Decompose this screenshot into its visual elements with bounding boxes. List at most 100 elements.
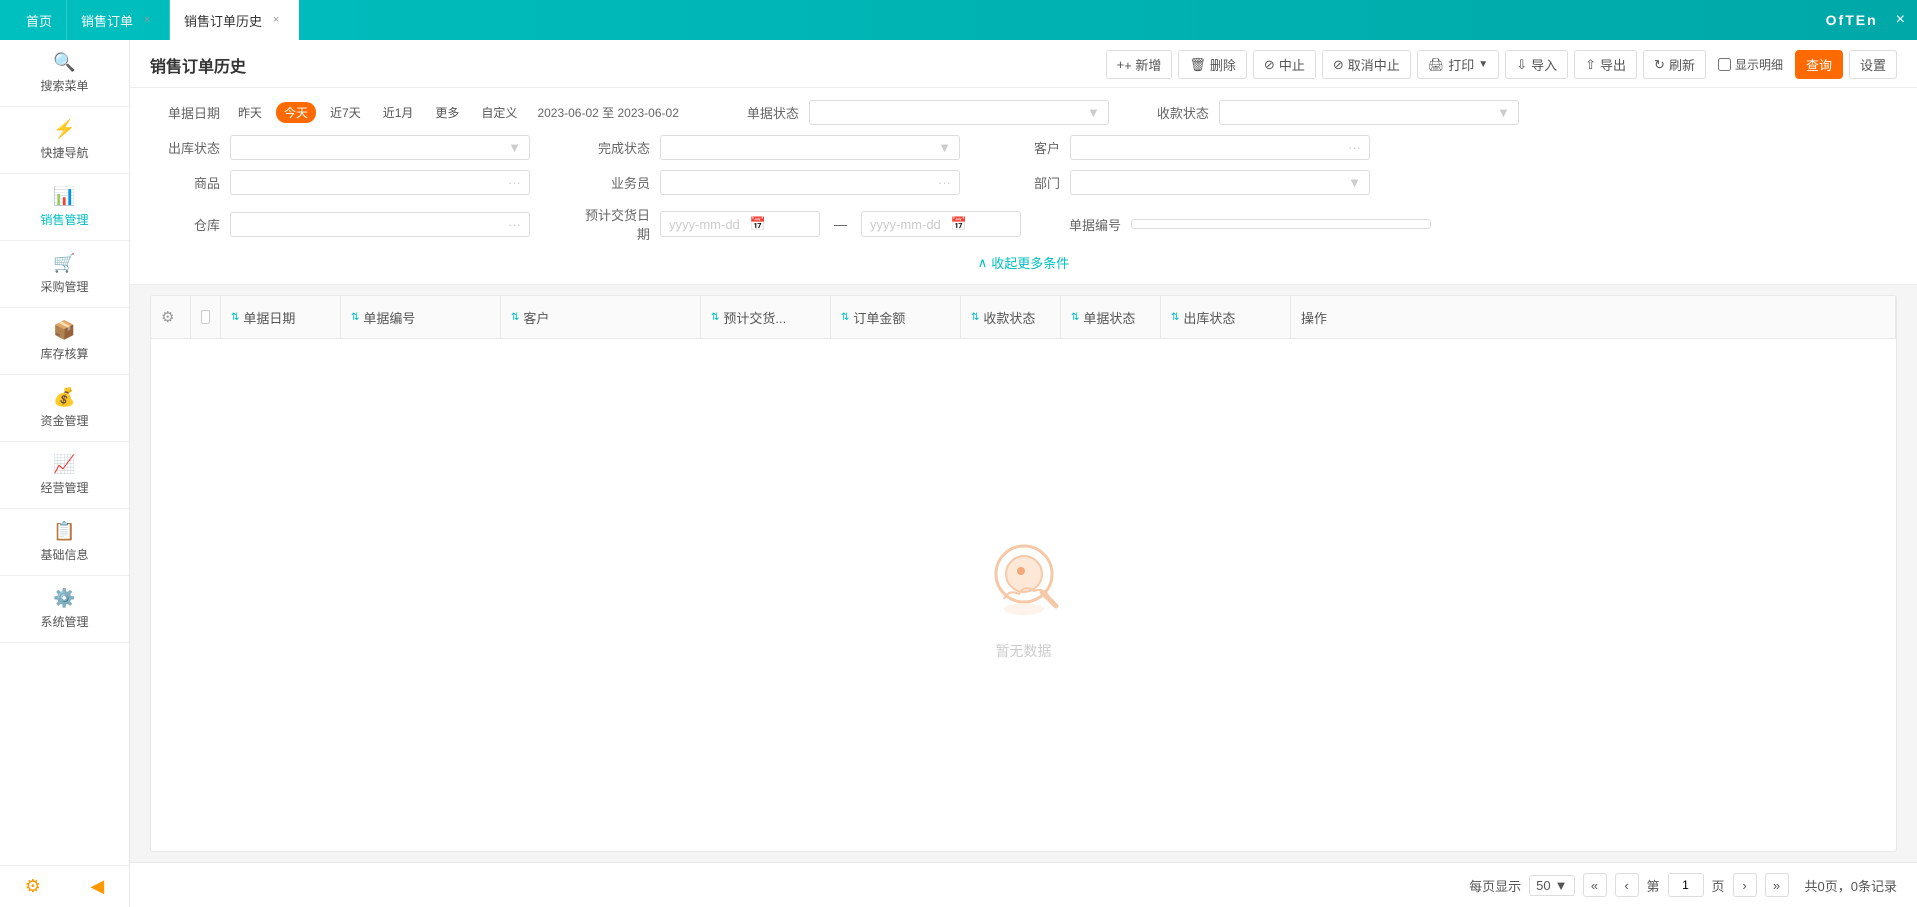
cancel-stop-button[interactable]: ⊘ 取消中止	[1322, 50, 1411, 79]
per-page-select[interactable]: 50 ▼	[1529, 875, 1574, 896]
sidebar-item-sales-mgmt[interactable]: 📊 销售管理	[0, 174, 129, 241]
sidebar-item-label-sales-mgmt: 销售管理	[40, 211, 88, 228]
sales-mgmt-icon: 📊	[53, 186, 75, 207]
goods-input[interactable]: ···	[230, 170, 530, 195]
select-all-checkbox[interactable]	[201, 310, 210, 324]
dept-select[interactable]: ▼	[1070, 170, 1370, 195]
th-operation: 操作	[1291, 296, 1896, 338]
tab-sales-order-history[interactable]: 销售订单历史 ×	[170, 0, 299, 40]
last-page-btn[interactable]: »	[1765, 873, 1789, 897]
collapse-row[interactable]: ∧ 收起更多条件	[150, 253, 1897, 272]
collapse-up-icon: ∧	[978, 255, 988, 271]
th-amount[interactable]: ⇅ 订单金额	[831, 296, 961, 338]
sys-mgmt-icon: ⚙️	[53, 588, 75, 609]
tab-sales-order-close[interactable]: ×	[139, 12, 155, 28]
th-out-status[interactable]: ⇅ 出库状态	[1161, 296, 1291, 338]
total-info: 共0页，0条记录	[1805, 876, 1897, 895]
empty-icon	[974, 529, 1074, 629]
page-prefix: 第	[1647, 876, 1660, 895]
gear-icon[interactable]: ⚙	[161, 308, 174, 326]
date-range: 2023-06-02 至 2023-06-02	[537, 104, 678, 121]
dept-label: 部门	[990, 173, 1060, 192]
th-doc-no[interactable]: ⇅ 单据编号	[341, 296, 501, 338]
capital-mgmt-icon: 💰	[53, 387, 75, 408]
th-date[interactable]: ⇅ 单据日期	[221, 296, 341, 338]
salesperson-input[interactable]: ···	[660, 170, 960, 195]
status-select[interactable]: ▼	[809, 100, 1109, 125]
out-status-select[interactable]: ▼	[230, 135, 530, 160]
complete-status-select[interactable]: ▼	[660, 135, 960, 160]
doc-no-label: 单据编号	[1051, 215, 1121, 234]
per-page-label: 每页显示	[1469, 876, 1521, 895]
date-7days[interactable]: 近7天	[322, 102, 369, 123]
date-custom[interactable]: 自定义	[473, 102, 525, 123]
customer-label: 客户	[990, 138, 1060, 157]
sidebar-item-purchase-mgmt[interactable]: 🛒 采购管理	[0, 241, 129, 308]
prev-page-btn[interactable]: ‹	[1615, 873, 1639, 897]
sidebar-item-capital-mgmt[interactable]: 💰 资金管理	[0, 375, 129, 442]
th-customer[interactable]: ⇅ 客户	[501, 296, 701, 338]
th-doc-status[interactable]: ⇅ 单据状态	[1061, 296, 1161, 338]
sidebar-item-quick-nav[interactable]: ⚡ 快捷导航	[0, 107, 129, 174]
sidebar-item-inventory[interactable]: 📦 库存核算	[0, 308, 129, 375]
sidebar-item-basic-info[interactable]: 📋 基础信息	[0, 509, 129, 576]
first-page-btn[interactable]: «	[1583, 873, 1607, 897]
doc-no-input[interactable]	[1131, 219, 1431, 229]
settings-button[interactable]: 设置	[1849, 50, 1897, 79]
sidebar-item-operation-mgmt[interactable]: 📈 经营管理	[0, 442, 129, 509]
page-number-input[interactable]	[1668, 873, 1704, 897]
print-arrow-icon: ▼	[1478, 59, 1488, 70]
calendar-start-icon[interactable]: 📅	[750, 216, 766, 232]
add-icon: +	[1117, 57, 1125, 72]
query-button[interactable]: 查询	[1795, 50, 1843, 79]
date-1month[interactable]: 近1月	[375, 102, 422, 123]
delete-button[interactable]: 🗑 删除	[1178, 50, 1247, 79]
per-page-value: 50	[1536, 878, 1550, 893]
th-checkbox	[191, 296, 221, 338]
main-layout: 🔍 搜索菜单 ⚡ 快捷导航 📊 销售管理 🛒 采购管理 📦 库存核算 💰 资金管…	[0, 40, 1917, 907]
sidebar-collapse-icon[interactable]: ◀	[90, 876, 104, 897]
inventory-icon: 📦	[53, 320, 75, 341]
date-more[interactable]: 更多	[427, 102, 467, 123]
window-close-btn[interactable]: ×	[1896, 11, 1905, 29]
th-settings[interactable]: ⚙	[151, 296, 191, 338]
stop-icon: ⊘	[1264, 57, 1275, 73]
pagination: 每页显示 50 ▼ « ‹ 第 页 › » 共0页，0条记录	[130, 862, 1917, 907]
import-button[interactable]: ⇩ 导入	[1505, 50, 1568, 79]
print-icon: 🖨	[1428, 57, 1445, 73]
new-button[interactable]: + + 新增	[1106, 50, 1173, 79]
page-suffix: 页	[1712, 876, 1725, 895]
sidebar-item-label-operation-mgmt: 经营管理	[40, 479, 88, 496]
tab-sales-order[interactable]: 销售订单 ×	[67, 0, 170, 40]
expected-date-end[interactable]: yyyy-mm-dd 📅	[861, 211, 1021, 237]
expected-date-start[interactable]: yyyy-mm-dd 📅	[660, 211, 820, 237]
receipt-status-select[interactable]: ▼	[1219, 100, 1519, 125]
export-icon: ⇧	[1585, 57, 1596, 73]
customer-input[interactable]: ···	[1070, 135, 1370, 160]
stop-button[interactable]: ⊘ 中止	[1253, 50, 1316, 79]
warehouse-input[interactable]: ···	[230, 212, 530, 237]
tab-sales-order-history-close[interactable]: ×	[268, 12, 284, 28]
date-today[interactable]: 今天	[276, 102, 316, 123]
next-page-btn[interactable]: ›	[1733, 873, 1757, 897]
calendar-end-icon[interactable]: 📅	[951, 216, 967, 232]
refresh-button[interactable]: ↻ 刷新	[1643, 50, 1706, 79]
status-label: 单据状态	[729, 103, 799, 122]
sidebar-settings-icon[interactable]: ⚙	[25, 876, 41, 897]
show-detail-checkbox[interactable]	[1718, 58, 1731, 71]
sidebar-item-sys-mgmt[interactable]: ⚙️ 系统管理	[0, 576, 129, 643]
date-yesterday[interactable]: 昨天	[230, 102, 270, 123]
th-receipt-status[interactable]: ⇅ 收款状态	[961, 296, 1061, 338]
export-button[interactable]: ⇧ 导出	[1574, 50, 1637, 79]
tab-home[interactable]: 首页	[12, 0, 67, 40]
filter-row-2: 出库状态 ▼ 完成状态 ▼ 客户 ···	[150, 135, 1897, 160]
table-header: ⚙ ⇅ 单据日期 ⇅ 单据编号 ⇅ 客户 ⇅	[151, 296, 1896, 339]
show-detail-label: 显示明细	[1735, 56, 1783, 73]
sidebar-item-search-menu[interactable]: 🔍 搜索菜单	[0, 40, 129, 107]
receipt-status-label: 收款状态	[1139, 103, 1209, 122]
sidebar-item-label-quick-nav: 快捷导航	[40, 144, 88, 161]
import-icon: ⇩	[1516, 57, 1527, 73]
th-expected-date[interactable]: ⇅ 预计交货...	[701, 296, 831, 338]
filter-row-1: 单据日期 昨天 今天 近7天 近1月 更多 自定义 2023-06-02 至 2…	[150, 100, 1897, 125]
print-button[interactable]: 🖨 打印 ▼	[1417, 50, 1499, 79]
